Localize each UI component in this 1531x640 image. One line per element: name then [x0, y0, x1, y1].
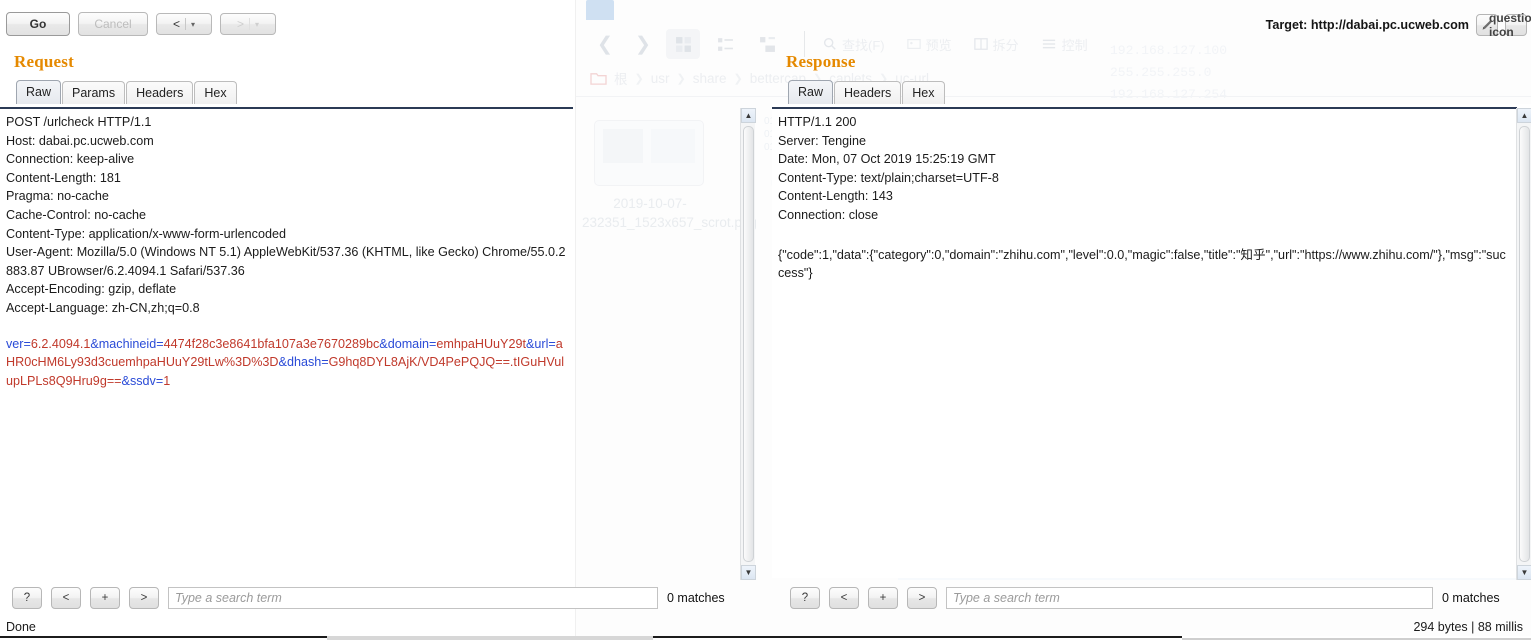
- scroll-down-arrow-icon[interactable]: ▼: [1517, 565, 1531, 580]
- request-title: Request: [14, 52, 74, 72]
- response-tabs: Raw Headers Hex: [788, 80, 945, 104]
- response-search-placeholder: Type a search term: [953, 591, 1060, 605]
- request-search-prev-button[interactable]: <: [51, 587, 81, 609]
- go-button[interactable]: Go: [6, 12, 70, 36]
- scroll-down-arrow-icon[interactable]: ▼: [741, 565, 756, 580]
- request-scrollbar[interactable]: ▲ ▼: [740, 108, 755, 580]
- window-edge-decoration: [327, 636, 653, 640]
- scroll-thumb[interactable]: [743, 126, 754, 562]
- request-headers-text: POST /urlcheck HTTP/1.1 Host: dabai.pc.u…: [0, 109, 573, 318]
- tab-request-params[interactable]: Params: [62, 81, 125, 104]
- forward-arrow-icon: ❯: [626, 27, 660, 61]
- tab-response-headers[interactable]: Headers: [834, 81, 901, 104]
- response-headers-text: HTTP/1.1 200 Server: Tengine Date: Mon, …: [772, 109, 1517, 225]
- request-search-input[interactable]: Type a search term: [168, 587, 658, 609]
- grid-view-icon: [666, 29, 700, 59]
- response-content[interactable]: HTTP/1.1 200 Server: Tengine Date: Mon, …: [772, 107, 1517, 579]
- scroll-thumb[interactable]: [1519, 126, 1530, 562]
- breadcrumb-item-2: share: [693, 71, 727, 86]
- request-search-help-button[interactable]: ?: [12, 587, 42, 609]
- chevron-right-icon: ❯: [676, 72, 685, 85]
- back-arrow-label: <: [173, 17, 180, 31]
- response-search-input[interactable]: Type a search term: [946, 587, 1433, 609]
- breadcrumb-item-0: 根: [614, 68, 628, 88]
- tab-request-raw[interactable]: Raw: [16, 80, 61, 104]
- status-right-text: 294 bytes | 88 millis: [1413, 620, 1523, 634]
- thumb-left-pane: [603, 129, 643, 163]
- request-search-add-button[interactable]: +: [90, 587, 120, 609]
- button-divider: [249, 18, 250, 30]
- status-left-text: Done: [6, 620, 36, 634]
- thumb-right-pane: [651, 129, 695, 163]
- target-label: Target: http://dabai.pc.ucweb.com: [1266, 18, 1469, 32]
- scroll-up-arrow-icon[interactable]: ▲: [1517, 108, 1531, 123]
- file-thumbnail: [594, 120, 704, 186]
- response-match-count: 0 matches: [1442, 591, 1500, 605]
- response-search-add-button[interactable]: +: [868, 587, 898, 609]
- folder-tab-icon: [586, 0, 614, 20]
- response-scrollbar[interactable]: ▲ ▼: [1516, 108, 1531, 580]
- list-view-icon: [708, 29, 742, 59]
- request-tabs: Raw Params Headers Hex: [16, 80, 237, 104]
- request-panel: Go Cancel < ▾ > ▾ Request Raw Params Hea…: [0, 0, 573, 620]
- scroll-up-arrow-icon[interactable]: ▲: [741, 108, 756, 123]
- response-title: Response: [786, 52, 856, 72]
- chevron-right-icon: ❯: [635, 72, 644, 85]
- request-toolbar: Go Cancel < ▾ > ▾: [6, 12, 276, 36]
- response-search-prev-button[interactable]: <: [829, 587, 859, 609]
- chevron-right-icon: ❯: [733, 72, 742, 85]
- target-bar: Target: http://dabai.pc.ucweb.com questi…: [1266, 14, 1527, 36]
- request-body-text: ver=6.2.4094.1&machineid=4474f28c3e8641b…: [0, 335, 573, 391]
- tab-request-hex[interactable]: Hex: [194, 81, 236, 104]
- button-divider: [185, 18, 186, 30]
- back-arrow-icon: ❮: [588, 27, 622, 61]
- response-search-next-button[interactable]: >: [907, 587, 937, 609]
- tab-response-raw[interactable]: Raw: [788, 80, 833, 104]
- response-search-help-button[interactable]: ?: [790, 587, 820, 609]
- back-button[interactable]: < ▾: [156, 13, 212, 35]
- request-content[interactable]: POST /urlcheck HTTP/1.1 Host: dabai.pc.u…: [0, 107, 573, 579]
- file-item: 2019-10-07-232351_1523x657_scrot.png: [582, 102, 732, 287]
- response-panel: Response Raw Headers Hex HTTP/1.1 200 Se…: [772, 0, 1531, 620]
- response-body-text: {"code":1,"data":{"category":0,"domain":…: [772, 242, 1517, 283]
- chevron-down-icon: ▾: [255, 20, 259, 29]
- request-search-placeholder: Type a search term: [175, 591, 282, 605]
- file-name-label: 2019-10-07-232351_1523x657_scrot.png: [582, 194, 718, 232]
- response-search-bar: ? < + > Type a search term 0 matches: [790, 587, 1530, 609]
- cancel-button[interactable]: Cancel: [78, 12, 148, 36]
- tab-request-headers[interactable]: Headers: [126, 81, 193, 104]
- forward-button[interactable]: > ▾: [220, 13, 276, 35]
- breadcrumb-item-1: usr: [651, 71, 670, 86]
- tab-response-hex[interactable]: Hex: [902, 81, 944, 104]
- question-icon[interactable]: question-icon: [1505, 14, 1527, 36]
- request-match-count: 0 matches: [667, 591, 725, 605]
- forward-arrow-label: >: [237, 17, 244, 31]
- app-root: ❮ ❯ 查找(F) 预览 拆分: [0, 0, 1531, 640]
- folder-icon: [590, 71, 607, 86]
- request-search-next-button[interactable]: >: [129, 587, 159, 609]
- chevron-down-icon: ▾: [191, 20, 195, 29]
- request-search-bar: ? < + > Type a search term 0 matches: [12, 587, 757, 609]
